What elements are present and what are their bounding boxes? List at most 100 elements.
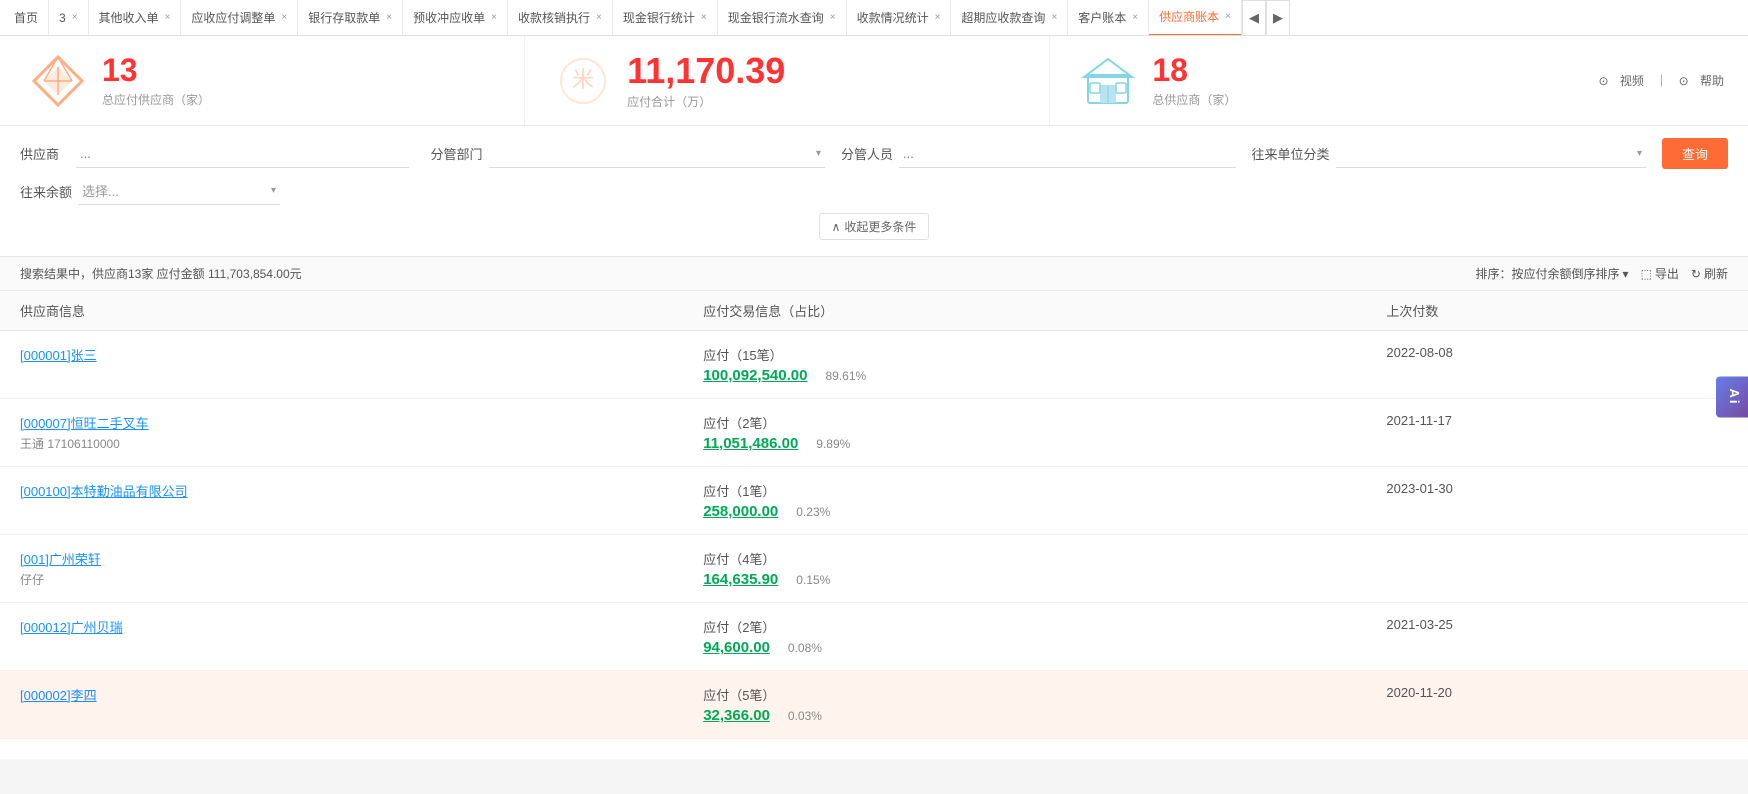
nav-tab-collection-exec[interactable]: 收款核销执行 × <box>508 0 613 36</box>
stat-total-payable-amount: 米 11,170.39 应付合计（万） <box>525 36 1050 125</box>
header-last-payment: 上次付数 <box>1386 301 1728 320</box>
nav-tab-supplier-ledger[interactable]: 供应商账本 × <box>1149 0 1242 36</box>
results-bar: 搜索结果中，供应商13家 应付金额 111,703,854.00元 排序：按应付… <box>0 257 1748 291</box>
tx-amount[interactable]: 32,366.00 <box>703 707 770 724</box>
sort-down-icon: ▾ <box>1623 267 1629 281</box>
nav-tab-overdue-ar[interactable]: 超期应收款查询 × <box>951 0 1068 36</box>
close-icon[interactable]: × <box>1132 12 1138 23</box>
help-icon: ⊙ <box>1679 74 1689 88</box>
supplier-link[interactable]: [000002]李四 <box>20 688 97 703</box>
nav-tab-other-income[interactable]: 其他收入单 × <box>89 0 182 36</box>
tx-percent: 0.08% <box>788 641 822 655</box>
nav-tab-3[interactable]: 3 × <box>49 0 89 36</box>
table-row: [000001]张三 应付（15笔） 100,092,540.00 89.61%… <box>0 331 1748 399</box>
supplier-link[interactable]: [000100]本特勤油品有限公司 <box>20 484 188 499</box>
nav-tab-home[interactable]: 首页 <box>4 0 49 36</box>
tx-percent: 89.61% <box>825 369 866 383</box>
person-filter-label: 分管人员 <box>841 144 893 163</box>
supplier-cell: [000012]广州贝瑞 <box>20 617 703 636</box>
tx-amount[interactable]: 258,000.00 <box>703 503 778 520</box>
nav-right-arrow[interactable]: ▶ <box>1266 0 1290 36</box>
tx-amount-row: 100,092,540.00 89.61% <box>703 364 1386 384</box>
supplier-cell: [000002]李四 <box>20 685 703 704</box>
close-icon[interactable]: × <box>72 12 78 23</box>
header-tx-info: 应付交易信息（占比） <box>703 301 1386 320</box>
nav-tab-prepay[interactable]: 预收冲应收单 × <box>403 0 508 36</box>
transaction-cell: 应付（1笔） 258,000.00 0.23% <box>703 481 1386 520</box>
nav-tab-bank-deposit[interactable]: 银行存取款单 × <box>298 0 403 36</box>
transaction-cell: 应付（2笔） 11,051,486.00 9.89% <box>703 413 1386 452</box>
supplier-link[interactable]: [000012]广州贝瑞 <box>20 620 123 635</box>
table-row: [000100]本特勤油品有限公司 应付（1笔） 258,000.00 0.23… <box>0 467 1748 535</box>
tx-amount[interactable]: 164,635.90 <box>703 571 778 588</box>
supplier-sub: 仔仔 <box>20 571 703 588</box>
close-icon[interactable]: × <box>701 12 707 23</box>
close-icon[interactable]: × <box>491 12 497 23</box>
supplier-link[interactable]: [000001]张三 <box>20 348 97 363</box>
nav-tab-collection-stats[interactable]: 收款情况统计 × <box>847 0 952 36</box>
category-select[interactable]: ▾ <box>1336 140 1646 168</box>
export-button[interactable]: ⬚ 导出 <box>1641 265 1679 282</box>
close-icon[interactable]: × <box>386 12 392 23</box>
filter-dept: 分管部门 ▾ <box>431 140 826 168</box>
nav-tab-ar-ap-adjust[interactable]: 应收应付调整单 × <box>181 0 298 36</box>
supplier-link[interactable]: [001]广州荣轩 <box>20 552 101 567</box>
close-icon[interactable]: × <box>935 12 941 23</box>
nav-left-arrow[interactable]: ◀ <box>1242 0 1266 36</box>
collapse-button[interactable]: ∧ 收起更多条件 <box>819 213 930 240</box>
ai-button[interactable]: Ai <box>1716 377 1748 418</box>
sort-label: 排序：按应付余额倒序排序 <box>1476 265 1620 282</box>
stat-number-payable-suppliers: 13 <box>102 53 210 88</box>
close-icon[interactable]: × <box>165 12 171 23</box>
category-dropdown-arrow: ▾ <box>1637 148 1642 159</box>
store-icon <box>1080 53 1136 109</box>
sort-button[interactable]: 排序：按应付余额倒序排序 ▾ <box>1476 265 1629 282</box>
tx-amount[interactable]: 100,092,540.00 <box>703 367 807 384</box>
person-input[interactable] <box>899 140 1235 168</box>
supplier-cell: [000100]本特勤油品有限公司 <box>20 481 703 500</box>
supplier-cell: [000001]张三 <box>20 345 703 364</box>
stat-label-payable-amount: 应付合计（万） <box>627 93 785 110</box>
export-icon: ⬚ <box>1641 267 1652 281</box>
transaction-cell: 应付（15笔） 100,092,540.00 89.61% <box>703 345 1386 384</box>
collapse-area: ∧ 收起更多条件 <box>20 213 1728 240</box>
supplier-link[interactable]: [000007]恒旺二手叉车 <box>20 416 149 431</box>
nav-tab-cash-bank-stats[interactable]: 现金银行统计 × <box>613 0 718 36</box>
tx-amount-row: 11,051,486.00 9.89% <box>703 432 1386 452</box>
supplier-input[interactable] <box>76 140 409 168</box>
refresh-icon: ↻ <box>1691 267 1701 281</box>
stat-label-total-suppliers: 总供应商（家） <box>1152 91 1236 108</box>
close-icon[interactable]: × <box>1051 12 1057 23</box>
top-right-links: ⊙ 视频 ｜ ⊙ 帮助 <box>1574 72 1748 89</box>
export-label: 导出 <box>1655 265 1679 282</box>
nav-tab-customer-ledger[interactable]: 客户账本 × <box>1068 0 1149 36</box>
tx-amount[interactable]: 11,051,486.00 <box>703 435 798 452</box>
close-icon[interactable]: × <box>281 12 287 23</box>
video-link[interactable]: 视频 <box>1620 74 1644 88</box>
stat-content-2: 11,170.39 应付合计（万） <box>627 51 785 110</box>
tx-label: 应付（4笔） <box>703 549 1386 568</box>
close-icon[interactable]: × <box>830 12 836 23</box>
tx-amount-row: 32,366.00 0.03% <box>703 704 1386 724</box>
tx-amount[interactable]: 94,600.00 <box>703 639 770 656</box>
last-payment-cell: 2022-08-08 <box>1386 345 1728 360</box>
supplier-filter-label: 供应商 <box>20 144 70 163</box>
query-button[interactable]: 查询 <box>1662 138 1728 169</box>
close-icon[interactable]: × <box>1225 11 1231 22</box>
tx-percent: 0.23% <box>796 505 830 519</box>
header-supplier-info: 供应商信息 <box>20 301 703 320</box>
last-payment-cell: 2021-11-17 <box>1386 413 1728 428</box>
refresh-button[interactable]: ↻ 刷新 <box>1691 265 1728 282</box>
dept-select[interactable]: ▾ <box>489 140 825 168</box>
filter-area: 供应商 分管部门 ▾ 分管人员 往来单位分类 ▾ 查询 <box>0 126 1748 257</box>
refresh-label: 刷新 <box>1704 265 1728 282</box>
nav-tab-cash-bank-flow[interactable]: 现金银行流水查询 × <box>718 0 847 36</box>
dept-filter-label: 分管部门 <box>431 144 483 163</box>
tx-percent: 0.03% <box>788 709 822 723</box>
stats-bar: 13 总应付供应商（家） 米 11,170.39 应付合计（万） <box>0 36 1748 126</box>
balance-select[interactable]: 选择... ▾ <box>78 177 280 205</box>
tx-percent: 9.89% <box>816 437 850 451</box>
table-header: 供应商信息 应付交易信息（占比） 上次付数 <box>0 291 1748 331</box>
help-link[interactable]: 帮助 <box>1700 74 1724 88</box>
close-icon[interactable]: × <box>596 12 602 23</box>
